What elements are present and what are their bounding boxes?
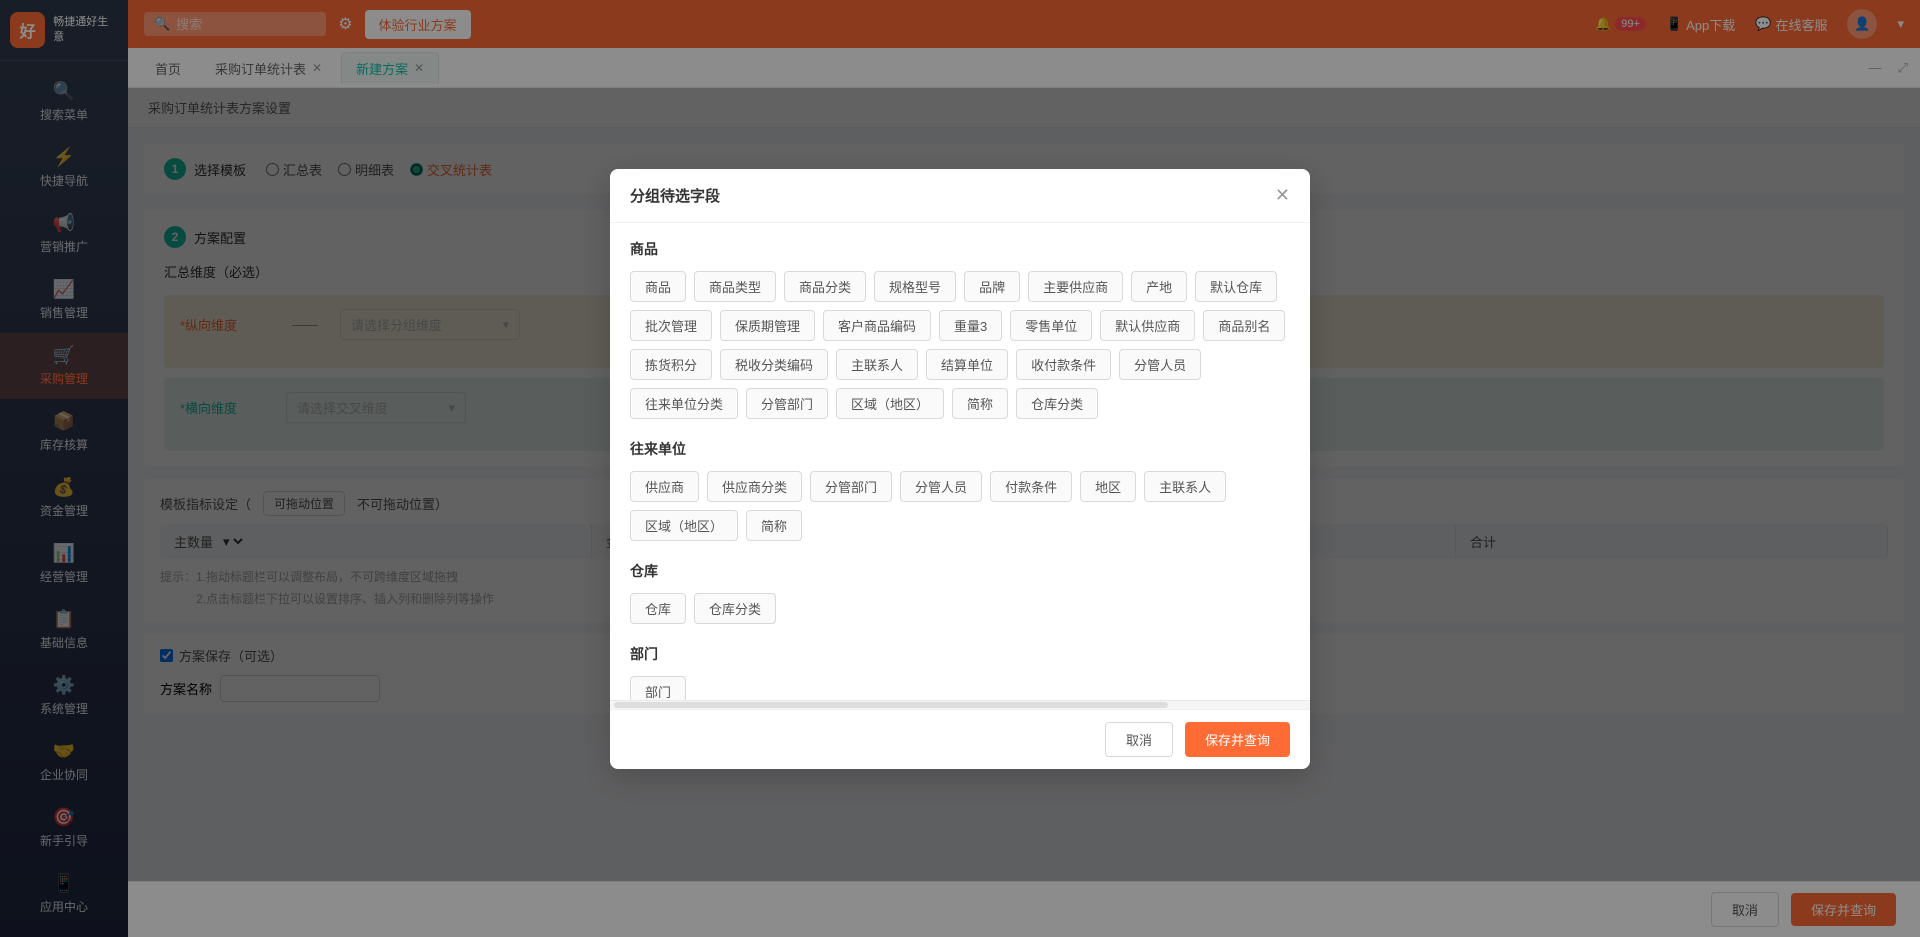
field-group-warehouse-title: 仓库 [630, 561, 1290, 581]
field-group-goods-title: 商品 [630, 239, 1290, 259]
field-tag[interactable]: 地区 [1080, 471, 1136, 502]
field-tag[interactable]: 规格型号 [874, 271, 956, 302]
field-tag[interactable]: 品牌 [964, 271, 1020, 302]
field-tag[interactable]: 税收分类编码 [720, 349, 828, 380]
field-tag[interactable]: 零售单位 [1010, 310, 1092, 341]
modal-body: 商品 商品 商品类型 商品分类 规格型号 品牌 主要供应商 产地 默认仓库 批次… [610, 223, 1310, 701]
field-tag[interactable]: 简称 [746, 510, 802, 541]
field-tag[interactable]: 简称 [952, 388, 1008, 419]
modal-confirm-btn[interactable]: 保存并查询 [1185, 722, 1290, 757]
field-group-goods: 商品 商品 商品类型 商品分类 规格型号 品牌 主要供应商 产地 默认仓库 批次… [630, 239, 1290, 419]
field-group-warehouse: 仓库 仓库 仓库分类 [630, 561, 1290, 624]
field-tag[interactable]: 分管人员 [900, 471, 982, 502]
modal-header: 分组待选字段 ✕ [610, 169, 1310, 223]
field-tag[interactable]: 商品别名 [1203, 310, 1285, 341]
field-tag[interactable]: 主要供应商 [1028, 271, 1123, 302]
field-tag[interactable]: 结算单位 [926, 349, 1008, 380]
field-tag[interactable]: 往来单位分类 [630, 388, 738, 419]
field-tag[interactable]: 分管部门 [810, 471, 892, 502]
field-tag[interactable]: 重量3 [939, 310, 1002, 341]
field-tag[interactable]: 区域（地区） [836, 388, 944, 419]
field-tag[interactable]: 默认供应商 [1100, 310, 1195, 341]
field-tag[interactable]: 主联系人 [1144, 471, 1226, 502]
field-tag[interactable]: 拣货积分 [630, 349, 712, 380]
modal-close-btn[interactable]: ✕ [1275, 185, 1290, 206]
modal-cancel-btn[interactable]: 取消 [1105, 722, 1173, 757]
field-tag[interactable]: 产地 [1131, 271, 1187, 302]
field-tag[interactable]: 客户商品编码 [823, 310, 931, 341]
field-tag[interactable]: 默认仓库 [1195, 271, 1277, 302]
field-tags-partner: 供应商 供应商分类 分管部门 分管人员 付款条件 地区 主联系人 区域（地区） … [630, 471, 1290, 541]
field-tag[interactable]: 批次管理 [630, 310, 712, 341]
field-group-department-title: 部门 [630, 644, 1290, 664]
field-tags-goods: 商品 商品类型 商品分类 规格型号 品牌 主要供应商 产地 默认仓库 批次管理 … [630, 271, 1290, 419]
field-tag[interactable]: 收付款条件 [1016, 349, 1111, 380]
field-tag[interactable]: 主联系人 [836, 349, 918, 380]
field-tag[interactable]: 付款条件 [990, 471, 1072, 502]
modal-footer: 取消 保存并查询 [610, 709, 1310, 769]
field-tag[interactable]: 商品类型 [694, 271, 776, 302]
modal-overlay: 分组待选字段 ✕ 商品 商品 商品类型 商品分类 规格型号 品牌 主要供应商 产… [0, 0, 1920, 937]
field-tag[interactable]: 仓库 [630, 593, 686, 624]
field-tag[interactable]: 仓库分类 [1016, 388, 1098, 419]
field-tag[interactable]: 分管人员 [1119, 349, 1201, 380]
field-tag[interactable]: 供应商 [630, 471, 699, 502]
modal-hscroll[interactable] [610, 700, 1310, 708]
field-tags-warehouse: 仓库 仓库分类 [630, 593, 1290, 624]
field-tags-department: 部门 [630, 676, 1290, 701]
field-tag[interactable]: 仓库分类 [694, 593, 776, 624]
field-group-partner: 往来单位 供应商 供应商分类 分管部门 分管人员 付款条件 地区 主联系人 区域… [630, 439, 1290, 541]
field-tag[interactable]: 区域（地区） [630, 510, 738, 541]
field-tag[interactable]: 供应商分类 [707, 471, 802, 502]
field-tag[interactable]: 部门 [630, 676, 686, 701]
hscroll-bar[interactable] [614, 702, 1168, 708]
field-tag[interactable]: 商品 [630, 271, 686, 302]
modal-title: 分组待选字段 [630, 185, 720, 206]
field-group-partner-title: 往来单位 [630, 439, 1290, 459]
field-tag[interactable]: 保质期管理 [720, 310, 815, 341]
field-tag[interactable]: 分管部门 [746, 388, 828, 419]
field-group-department: 部门 部门 [630, 644, 1290, 701]
field-tag[interactable]: 商品分类 [784, 271, 866, 302]
field-select-modal: 分组待选字段 ✕ 商品 商品 商品类型 商品分类 规格型号 品牌 主要供应商 产… [610, 169, 1310, 769]
